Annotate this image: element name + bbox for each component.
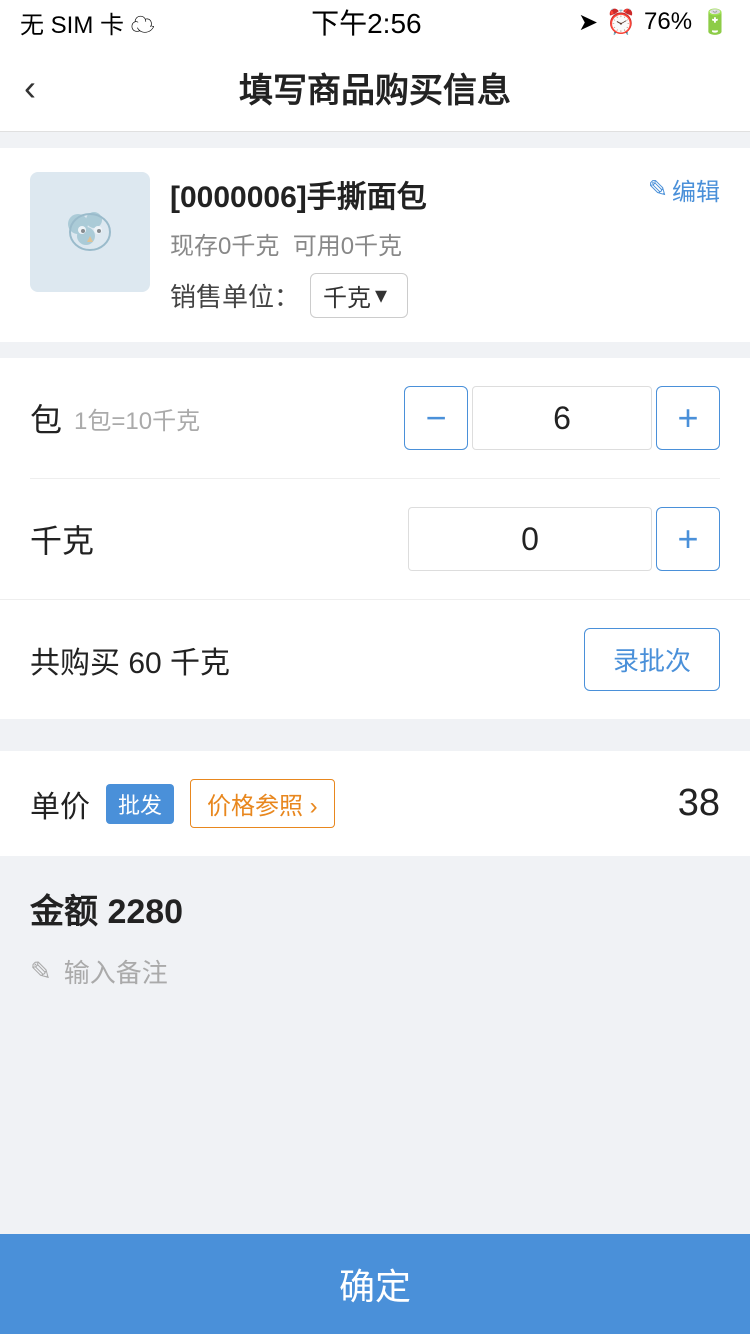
product-unit-row: 销售单位： 千克 ▾ xyxy=(170,273,720,318)
package-input[interactable] xyxy=(472,386,652,450)
price-ref-button[interactable]: 价格参照 › xyxy=(190,779,335,828)
amount-row: 金额 2280 xyxy=(30,884,720,933)
confirm-button-text: 确定 xyxy=(339,1258,411,1310)
unit-select[interactable]: 千克 ▾ xyxy=(310,273,408,318)
batch-button[interactable]: 录批次 xyxy=(584,628,720,691)
total-row: 共购买 60 千克 录批次 xyxy=(0,599,750,719)
confirm-button[interactable]: 确定 xyxy=(0,1234,750,1334)
product-stock: 现存0千克 可用0千克 xyxy=(170,226,720,261)
kg-input[interactable] xyxy=(408,507,652,571)
price-tag: 批发 xyxy=(106,784,174,824)
status-bar: 无 SIM 卡 ☁ 下午2:56 ➤ ⏰ 76% 🔋 xyxy=(0,0,750,44)
remark-row[interactable]: ✎ 输入备注 xyxy=(30,953,720,990)
page-title: 填写商品购买信息 xyxy=(239,63,511,112)
status-time: 下午2:56 xyxy=(311,2,422,42)
total-text: 共购买 60 千克 xyxy=(30,638,230,682)
package-label: 包 1包=10千克 xyxy=(30,395,200,441)
status-left: 无 SIM 卡 ☁ xyxy=(20,5,155,40)
product-card: [0000006]手撕面包 ✎ 编辑 现存0千克 可用0千克 销售单位： 千克 … xyxy=(0,148,750,342)
package-plus-button[interactable]: + xyxy=(656,386,720,450)
product-name-row: [0000006]手撕面包 ✎ 编辑 xyxy=(170,172,720,216)
price-section: 单价 批发 价格参照 › 38 xyxy=(0,751,750,856)
package-quantity-control: − + xyxy=(404,386,720,450)
package-minus-button[interactable]: − xyxy=(404,386,468,450)
battery-text: 76% xyxy=(644,8,692,36)
product-info: [0000006]手撕面包 ✎ 编辑 现存0千克 可用0千克 销售单位： 千克 … xyxy=(170,172,720,318)
kg-quantity-control: + xyxy=(408,507,720,571)
price-label: 单价 xyxy=(30,782,90,826)
kg-label: 千克 xyxy=(30,516,94,562)
remark-placeholder: 输入备注 xyxy=(64,953,168,990)
pencil-icon: ✎ xyxy=(30,956,52,987)
nav-bar: ‹ 填写商品购买信息 xyxy=(0,44,750,132)
package-row: 包 1包=10千克 − + xyxy=(30,358,720,479)
divider-2 xyxy=(0,719,750,735)
edit-button[interactable]: ✎ 编辑 xyxy=(648,172,720,207)
input-section: 包 1包=10千克 − + 千克 + xyxy=(0,358,750,599)
status-right: ➤ ⏰ 76% 🔋 xyxy=(578,8,730,37)
product-name: [0000006]手撕面包 xyxy=(170,172,427,216)
chevron-down-icon: ▾ xyxy=(375,281,387,310)
back-button[interactable]: ‹ xyxy=(24,67,36,109)
amount-section: 金额 2280 ✎ 输入备注 xyxy=(0,856,750,1018)
kg-plus-button[interactable]: + xyxy=(656,507,720,571)
divider-1 xyxy=(0,342,750,358)
alarm-icon: ⏰ xyxy=(606,8,636,37)
price-value: 38 xyxy=(678,782,720,825)
product-image xyxy=(30,172,150,292)
kg-row: 千克 + xyxy=(30,479,720,599)
signal-text: 无 SIM 卡 ☁ xyxy=(20,5,155,40)
package-hint: 1包=10千克 xyxy=(74,401,200,436)
battery-icon: 🔋 xyxy=(700,8,730,37)
location-icon: ➤ xyxy=(578,8,598,37)
